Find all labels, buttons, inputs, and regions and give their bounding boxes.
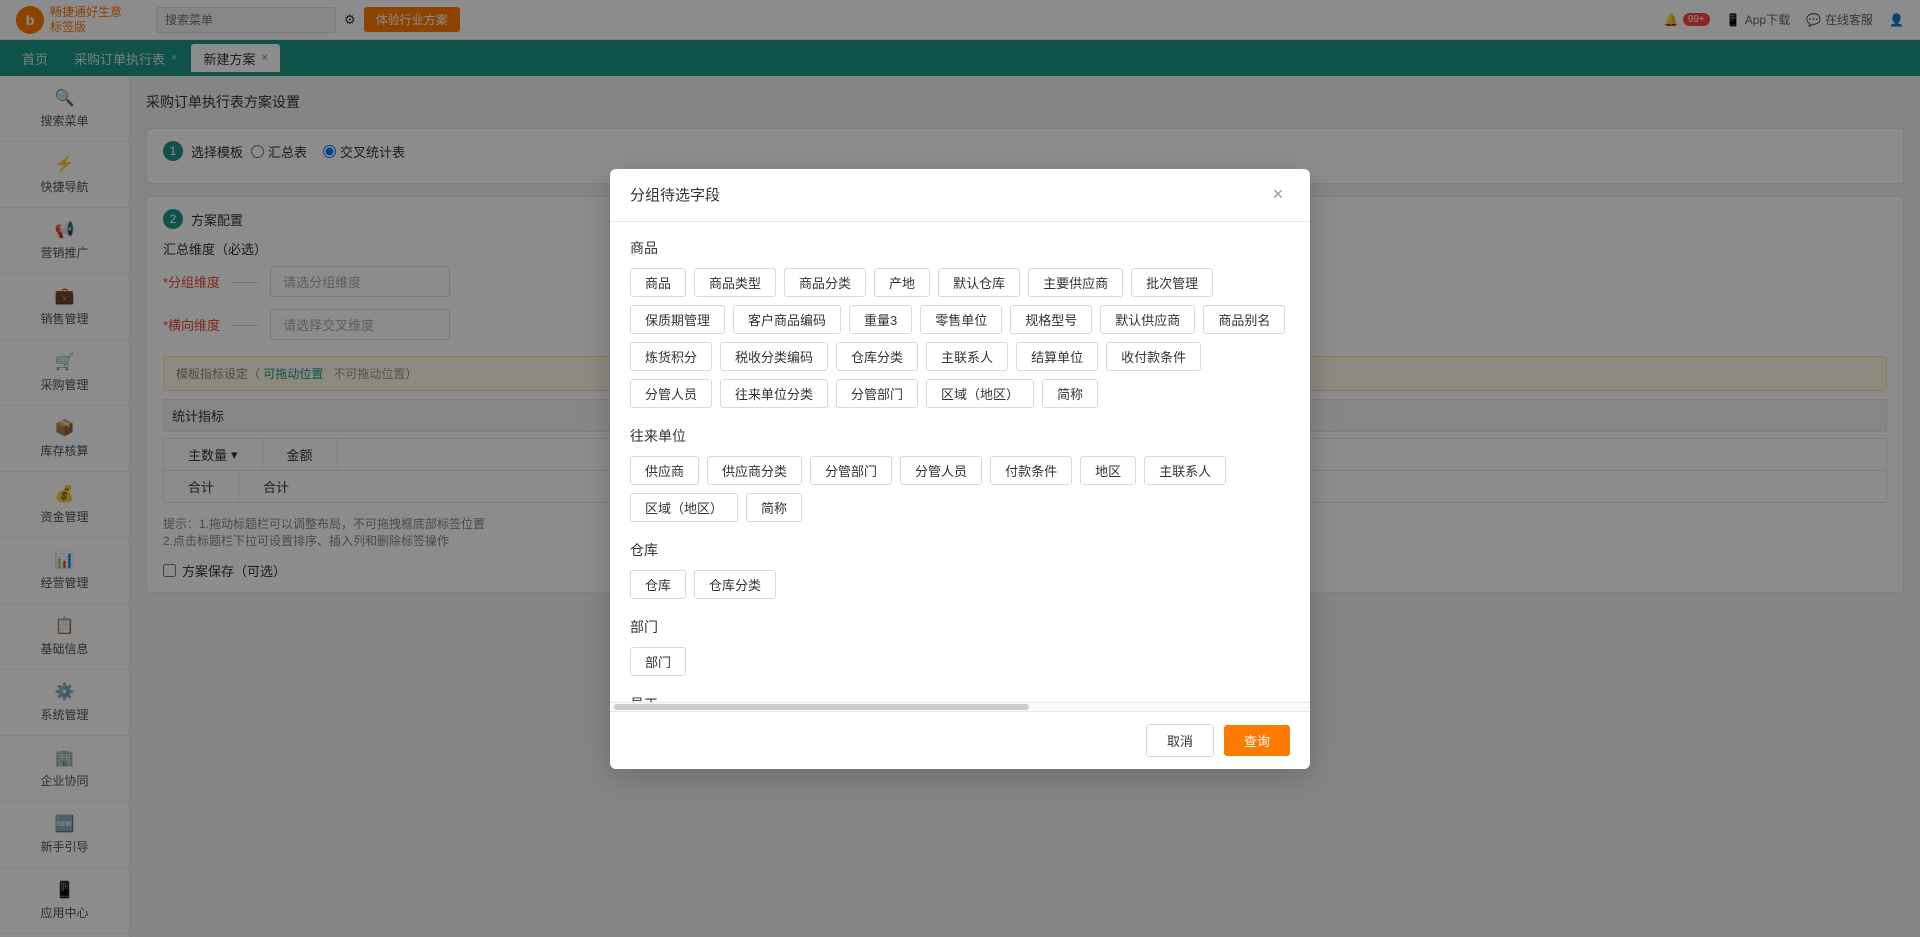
modal-hscroll[interactable] <box>610 702 1310 711</box>
field-tag[interactable]: 往来单位分类 <box>720 379 828 408</box>
field-tag[interactable]: 分管部门 <box>810 456 892 485</box>
field-tag[interactable]: 批次管理 <box>1131 268 1213 297</box>
modal-body: 商品 商品商品类型商品分类产地默认仓库主要供应商批次管理保质期管理客户商品编码重… <box>610 222 1310 703</box>
field-tag[interactable]: 主联系人 <box>1144 456 1226 485</box>
product-group-title: 商品 <box>630 238 1290 258</box>
product-field-tags: 商品商品类型商品分类产地默认仓库主要供应商批次管理保质期管理客户商品编码重量3 零… <box>630 268 1290 408</box>
cancel-button[interactable]: 取消 <box>1146 724 1214 757</box>
field-tag[interactable]: 商品分类 <box>784 268 866 297</box>
field-tag[interactable]: 结算单位 <box>1016 342 1098 371</box>
department-group-title: 部门 <box>630 617 1290 637</box>
field-tag[interactable]: 商品类型 <box>694 268 776 297</box>
field-tag[interactable]: 分管人员 <box>900 456 982 485</box>
field-tag[interactable]: 规格型号 <box>1010 305 1092 334</box>
counterpart-field-tags: 供应商供应商分类分管部门分管人员付款条件地区主联系人区域（地区） 简称 <box>630 456 1290 522</box>
field-tag[interactable]: 供应商分类 <box>707 456 802 485</box>
field-tag[interactable]: 付款条件 <box>990 456 1072 485</box>
field-tag[interactable]: 简称 <box>746 493 802 522</box>
department-field-group: 部门 部门 <box>630 617 1290 676</box>
field-tag[interactable]: 默认供应商 <box>1100 305 1195 334</box>
warehouse-group-title: 仓库 <box>630 540 1290 560</box>
field-tag[interactable]: 简称 <box>1042 379 1098 408</box>
field-tag[interactable]: 商品别名 <box>1203 305 1285 334</box>
department-field-tags: 部门 <box>630 647 1290 676</box>
field-tag[interactable]: 炼货积分 <box>630 342 712 371</box>
field-tag[interactable]: 默认仓库 <box>938 268 1020 297</box>
modal-close-button[interactable]: × <box>1266 183 1290 207</box>
field-tag[interactable]: 重量3 <box>849 305 912 334</box>
field-tag[interactable]: 零售单位 <box>920 305 1002 334</box>
modal-footer: 取消 查询 <box>610 711 1310 769</box>
field-tag[interactable]: 客户商品编码 <box>733 305 841 334</box>
employee-group-title: 员工 <box>630 694 1290 703</box>
warehouse-field-group: 仓库 仓库仓库分类 <box>630 540 1290 599</box>
counterpart-field-group: 往来单位 供应商供应商分类分管部门分管人员付款条件地区主联系人区域（地区） 简称 <box>630 426 1290 522</box>
field-tag[interactable]: 主要供应商 <box>1028 268 1123 297</box>
field-tag[interactable]: 地区 <box>1080 456 1136 485</box>
counterpart-group-title: 往来单位 <box>630 426 1290 446</box>
field-tag[interactable]: 仓库分类 <box>836 342 918 371</box>
product-field-group: 商品 商品商品类型商品分类产地默认仓库主要供应商批次管理保质期管理客户商品编码重… <box>630 238 1290 408</box>
modal-overlay: 分组待选字段 × 商品 商品商品类型商品分类产地默认仓库主要供应商批次管理保质期… <box>0 0 1920 937</box>
modal-header: 分组待选字段 × <box>610 169 1310 222</box>
field-tag[interactable]: 商品 <box>630 268 686 297</box>
field-tag[interactable]: 区域（地区） <box>630 493 738 522</box>
field-tag[interactable]: 供应商 <box>630 456 699 485</box>
field-tag[interactable]: 仓库分类 <box>694 570 776 599</box>
modal-title: 分组待选字段 <box>630 184 720 205</box>
field-tag[interactable]: 税收分类编码 <box>720 342 828 371</box>
field-tag[interactable]: 主联系人 <box>926 342 1008 371</box>
hscroll-thumb <box>614 704 1029 710</box>
field-tag[interactable]: 区域（地区） <box>926 379 1034 408</box>
field-tag[interactable]: 分管人员 <box>630 379 712 408</box>
employee-field-group: 员工 业务员 <box>630 694 1290 703</box>
field-tag[interactable]: 产地 <box>874 268 930 297</box>
warehouse-field-tags: 仓库仓库分类 <box>630 570 1290 599</box>
field-tag[interactable]: 收付款条件 <box>1106 342 1201 371</box>
field-tag[interactable]: 部门 <box>630 647 686 676</box>
confirm-button[interactable]: 查询 <box>1224 725 1290 756</box>
field-tag[interactable]: 分管部门 <box>836 379 918 408</box>
field-tag[interactable]: 保质期管理 <box>630 305 725 334</box>
field-tag[interactable]: 仓库 <box>630 570 686 599</box>
field-selection-modal: 分组待选字段 × 商品 商品商品类型商品分类产地默认仓库主要供应商批次管理保质期… <box>610 169 1310 769</box>
